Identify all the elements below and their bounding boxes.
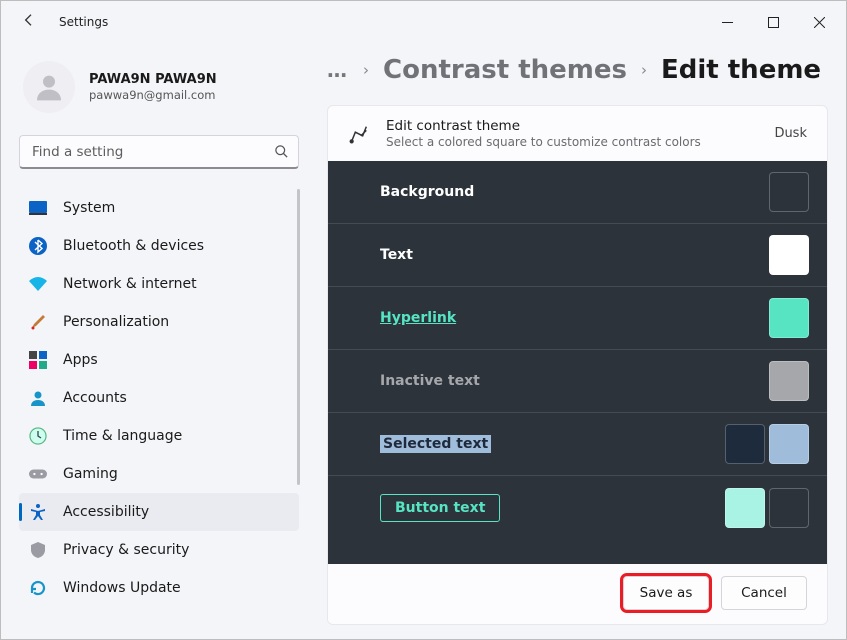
chevron-right-icon: › <box>363 61 369 79</box>
titlebar: Settings <box>1 1 846 43</box>
sidebar: PAWA9N PAWA9N pawwa9n@gmail.com System B… <box>1 43 309 639</box>
nav-label: Privacy & security <box>63 542 189 558</box>
nav-label: Bluetooth & devices <box>63 238 204 254</box>
search-input[interactable] <box>19 135 299 169</box>
nav-update[interactable]: Windows Update <box>19 569 299 607</box>
row-label: Text <box>380 247 413 263</box>
clock-icon <box>29 427 47 445</box>
row-label: Inactive text <box>380 373 480 389</box>
row-label: Button text <box>380 494 500 522</box>
nav-label: Personalization <box>63 314 169 330</box>
theme-name: Dusk <box>774 126 807 141</box>
nav-label: Network & internet <box>63 276 197 292</box>
breadcrumb-current: Edit theme <box>661 55 821 85</box>
color-swatch[interactable] <box>725 488 765 528</box>
apps-icon <box>29 351 47 369</box>
nav-label: Windows Update <box>63 580 181 596</box>
breadcrumb: … › Contrast themes › Edit theme <box>327 55 828 85</box>
profile-block[interactable]: PAWA9N PAWA9N pawwa9n@gmail.com <box>19 61 299 113</box>
color-swatch[interactable] <box>769 235 809 275</box>
color-swatch[interactable] <box>725 424 765 464</box>
nav-network[interactable]: Network & internet <box>19 265 299 303</box>
nav-label: Gaming <box>63 466 118 482</box>
search-icon <box>274 144 289 159</box>
cancel-button[interactable]: Cancel <box>721 576 807 610</box>
save-as-button[interactable]: Save as <box>623 576 709 610</box>
gamepad-icon <box>29 465 47 483</box>
update-icon <box>29 579 47 597</box>
main-content: … › Contrast themes › Edit theme Edit co… <box>309 43 846 639</box>
accounts-icon <box>29 389 47 407</box>
bluetooth-icon <box>29 237 47 255</box>
card-header: Edit contrast theme Select a colored squ… <box>328 106 827 161</box>
nav-label: Accounts <box>63 390 127 406</box>
card-subtitle: Select a colored square to customize con… <box>386 135 701 149</box>
titlebar-left: Settings <box>21 12 108 32</box>
nav-apps[interactable]: Apps <box>19 341 299 379</box>
nav-gaming[interactable]: Gaming <box>19 455 299 493</box>
color-swatch[interactable] <box>769 488 809 528</box>
nav-list: System Bluetooth & devices Network & int… <box>19 189 299 607</box>
profile-name: PAWA9N PAWA9N <box>89 72 217 87</box>
color-swatch[interactable] <box>769 361 809 401</box>
theme-card: Edit contrast theme Select a colored squ… <box>327 105 828 625</box>
row-button: Button text <box>328 476 827 539</box>
nav-privacy[interactable]: Privacy & security <box>19 531 299 569</box>
window-title: Settings <box>59 15 108 29</box>
nav-label: Accessibility <box>63 504 149 520</box>
row-text: Text <box>328 224 827 287</box>
row-label: Background <box>380 184 474 200</box>
color-rows: Background Text Hyperlink Inactive text … <box>328 161 827 564</box>
nav-accessibility[interactable]: Accessibility <box>19 493 299 531</box>
nav-bluetooth[interactable]: Bluetooth & devices <box>19 227 299 265</box>
row-label: Hyperlink <box>380 310 456 326</box>
nav-time[interactable]: Time & language <box>19 417 299 455</box>
nav-accounts[interactable]: Accounts <box>19 379 299 417</box>
color-swatch[interactable] <box>769 298 809 338</box>
nav-label: Time & language <box>63 428 182 444</box>
wifi-icon <box>29 275 47 293</box>
chevron-right-icon: › <box>641 61 647 79</box>
nav-label: Apps <box>63 352 98 368</box>
row-hyperlink: Hyperlink <box>328 287 827 350</box>
avatar <box>23 61 75 113</box>
color-swatch[interactable] <box>769 424 809 464</box>
card-title: Edit contrast theme <box>386 118 701 134</box>
card-footer: Save as Cancel <box>328 564 827 624</box>
maximize-button[interactable] <box>750 6 796 38</box>
row-inactive: Inactive text <box>328 350 827 413</box>
profile-email: pawwa9n@gmail.com <box>89 88 217 102</box>
brush-icon <box>29 313 47 331</box>
contrast-icon <box>348 123 370 145</box>
nav-system[interactable]: System <box>19 189 299 227</box>
row-selected: Selected text <box>328 413 827 476</box>
window-controls <box>704 6 842 38</box>
nav-personalization[interactable]: Personalization <box>19 303 299 341</box>
search-box <box>19 135 299 169</box>
close-button[interactable] <box>796 6 842 38</box>
breadcrumb-parent[interactable]: Contrast themes <box>383 55 627 85</box>
color-swatch[interactable] <box>769 172 809 212</box>
minimize-button[interactable] <box>704 6 750 38</box>
system-icon <box>29 199 47 217</box>
accessibility-icon <box>29 503 47 521</box>
nav-label: System <box>63 200 115 216</box>
row-label: Selected text <box>380 435 491 453</box>
row-background: Background <box>328 161 827 224</box>
back-icon[interactable] <box>21 12 37 32</box>
breadcrumb-more[interactable]: … <box>327 58 349 82</box>
shield-icon <box>29 541 47 559</box>
